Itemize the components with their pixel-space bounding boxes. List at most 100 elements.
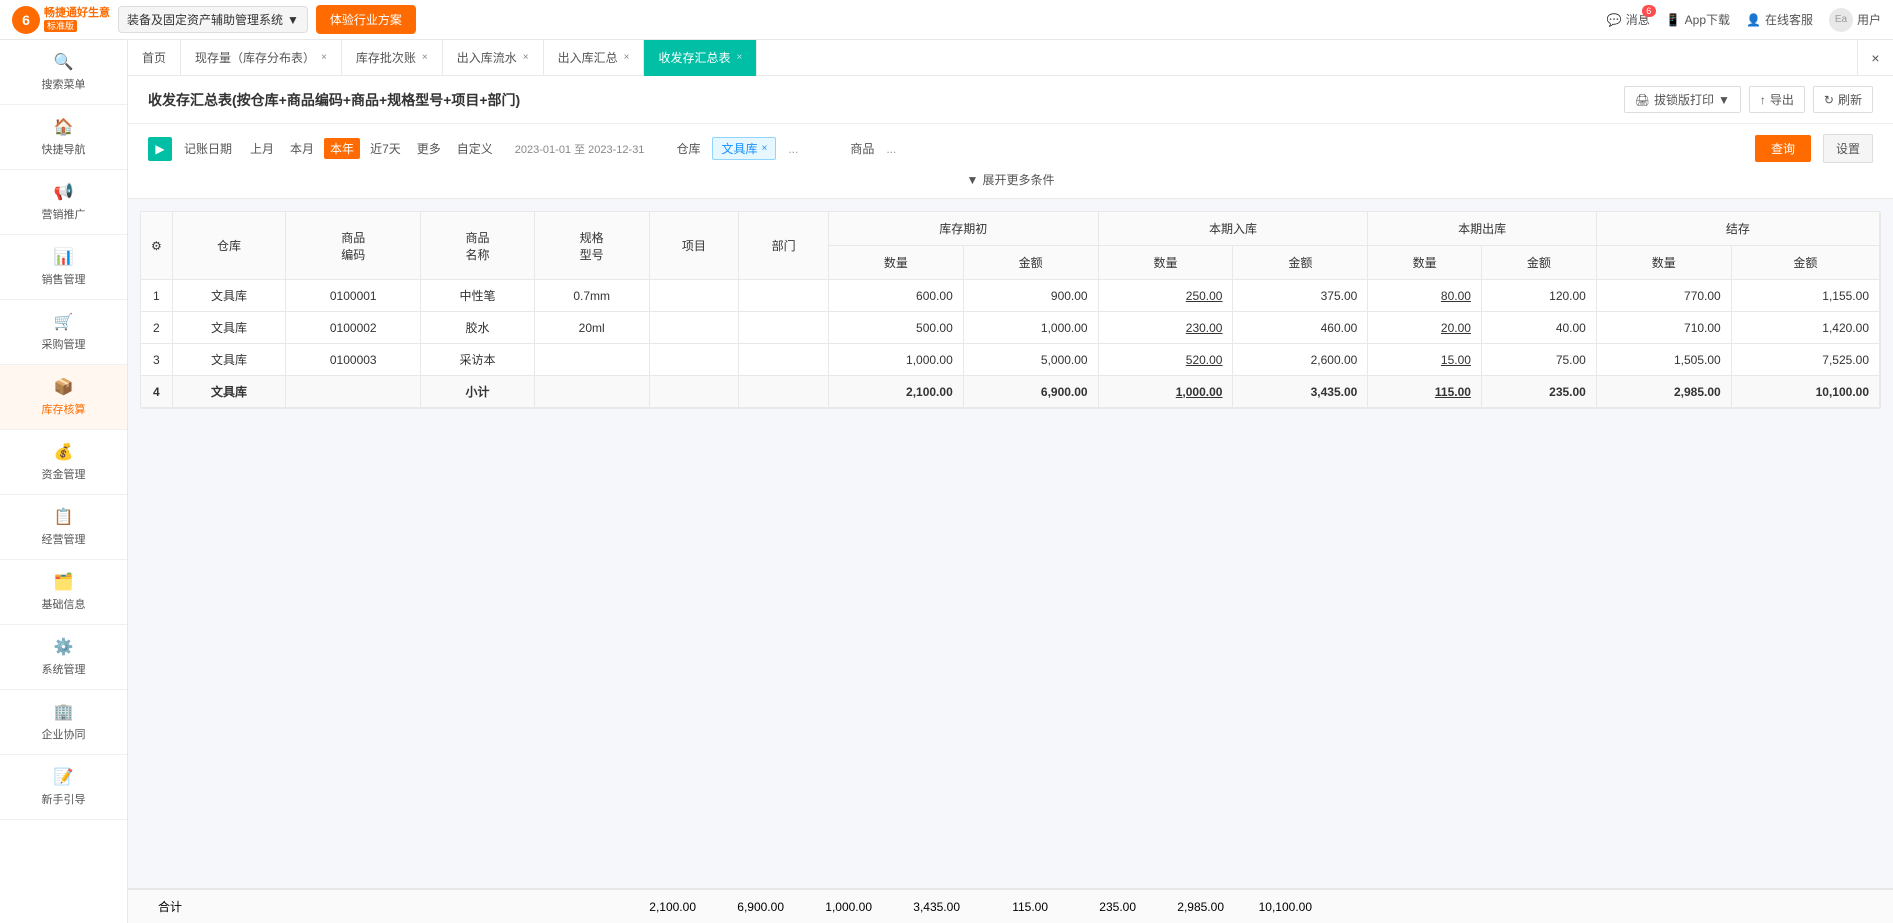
sidebar-item-label: 资金管理 xyxy=(42,466,86,482)
warehouse-tag-close[interactable]: × xyxy=(761,143,767,154)
filter-expand-button[interactable]: ▶ xyxy=(148,137,172,161)
date-btn-7days[interactable]: 近7天 xyxy=(364,138,407,159)
goods-more[interactable]: ... xyxy=(886,142,896,156)
in-qty-link[interactable]: 230.00 xyxy=(1186,321,1223,335)
cell-goods-spec xyxy=(534,376,649,408)
total-out-amt: 235.00 xyxy=(1058,900,1146,914)
cell-goods-spec: 0.7mm xyxy=(534,280,649,312)
sidebar-item-operation[interactable]: 📋 经营管理 xyxy=(0,495,127,560)
date-btn-last-month[interactable]: 上月 xyxy=(244,138,280,159)
cell-start-amt: 6,900.00 xyxy=(963,376,1098,408)
date-btn-more[interactable]: 更多 xyxy=(411,138,447,159)
warehouse-more[interactable]: ... xyxy=(788,142,798,156)
sidebar-item-enterprise[interactable]: 🏢 企业协同 xyxy=(0,690,127,755)
sidebar-item-basic-info[interactable]: 🗂️ 基础信息 xyxy=(0,560,127,625)
th-period-out: 本期出库 xyxy=(1368,212,1597,246)
date-options: 上月 本月 本年 近7天 更多 自定义 xyxy=(244,138,499,159)
top-bar-right: 💬 消息 6 📱 App下载 👤 在线客服 Ea 用户 xyxy=(1607,8,1881,32)
table-header-row-1: ⚙ 仓库 商品编码 商品名称 规格型号 项目 部门 库存期初 本期入库 本期出 xyxy=(141,212,1880,246)
total-bal-qty: 2,985.00 xyxy=(1146,900,1234,914)
sidebar-item-sales[interactable]: 📊 销售管理 xyxy=(0,235,127,300)
sidebar-item-marketing[interactable]: 📢 营销推广 xyxy=(0,170,127,235)
th-period-in: 本期入库 xyxy=(1098,212,1368,246)
cell-project xyxy=(649,312,739,344)
sidebar-item-search[interactable]: 🔍 搜索菜单 xyxy=(0,40,127,105)
tab-bar-close-button[interactable]: × xyxy=(1857,40,1893,76)
out-qty-link[interactable]: 115.00 xyxy=(1435,385,1471,399)
online-service-label: 在线客服 xyxy=(1765,11,1813,28)
expand-label: 展开更多条件 xyxy=(982,171,1054,188)
app-selector[interactable]: 装备及固定资产辅助管理系统 ▼ xyxy=(118,6,308,33)
marketing-icon: 📢 xyxy=(54,182,74,202)
sidebar-item-finance[interactable]: 💰 资金管理 xyxy=(0,430,127,495)
tab-batch-ledger[interactable]: 库存批次账 × xyxy=(342,40,443,76)
expand-more-conditions[interactable]: ▼ 展开更多条件 xyxy=(967,171,1055,188)
out-qty-link[interactable]: 20.00 xyxy=(1441,321,1471,335)
sidebar-item-inventory[interactable]: 📦 库存核算 xyxy=(0,365,127,430)
tab-receive-summary[interactable]: 收发存汇总表 × xyxy=(644,40,757,76)
app-name: 装备及固定资产辅助管理系统 xyxy=(127,11,283,28)
tab-close-icon[interactable]: × xyxy=(523,52,529,63)
cell-goods-name: 采访本 xyxy=(421,344,535,376)
tab-inventory-dist[interactable]: 现存量（库存分布表） × xyxy=(181,40,342,76)
th-period-start: 库存期初 xyxy=(828,212,1098,246)
date-btn-this-month[interactable]: 本月 xyxy=(284,138,320,159)
cell-bal-qty: 710.00 xyxy=(1596,312,1731,344)
cell-project xyxy=(649,376,739,408)
cell-bal-amt: 1,155.00 xyxy=(1731,280,1879,312)
date-btn-custom[interactable]: 自定义 xyxy=(451,138,499,159)
date-btn-this-year[interactable]: 本年 xyxy=(324,138,360,159)
experience-button[interactable]: 体验行业方案 xyxy=(316,5,416,34)
sidebar-item-purchase[interactable]: 🛒 采购管理 xyxy=(0,300,127,365)
totals-footer: 合计 2,100.00 6,900.00 1,000.00 3,435.00 1… xyxy=(128,888,1893,923)
online-service-item[interactable]: 👤 在线客服 xyxy=(1746,11,1813,28)
tab-inout-flow[interactable]: 出入库流水 × xyxy=(443,40,544,76)
query-button[interactable]: 查询 xyxy=(1755,135,1811,162)
date-range-display: 2023-01-01 至 2023-12-31 xyxy=(515,141,645,157)
tab-close-icon[interactable]: × xyxy=(422,52,428,63)
cell-warehouse: 文具库 xyxy=(172,344,286,376)
setting-button[interactable]: 设置 xyxy=(1823,134,1873,163)
tab-home[interactable]: 首页 xyxy=(128,40,181,76)
th-in-qty: 数量 xyxy=(1098,246,1233,280)
cell-bal-amt: 10,100.00 xyxy=(1731,376,1879,408)
in-qty-link[interactable]: 1,000.00 xyxy=(1176,385,1223,399)
logo-slogan: 畅捷通好生意 xyxy=(44,7,110,20)
refresh-button[interactable]: ↻ 刷新 xyxy=(1813,86,1873,113)
cell-department xyxy=(739,280,829,312)
newbie-icon: 📝 xyxy=(54,767,74,787)
filter-row-expand: ▼ 展开更多条件 xyxy=(148,171,1873,188)
cell-in-qty: 520.00 xyxy=(1098,344,1233,376)
sales-icon: 📊 xyxy=(54,247,74,267)
out-qty-link[interactable]: 80.00 xyxy=(1441,289,1471,303)
th-start-qty: 数量 xyxy=(828,246,963,280)
tab-close-icon[interactable]: × xyxy=(321,52,327,63)
print-button[interactable]: 🖨 拔锁版打印 ▼ xyxy=(1624,86,1741,113)
in-qty-link[interactable]: 520.00 xyxy=(1186,353,1223,367)
gear-icon[interactable]: ⚙ xyxy=(151,239,162,253)
tab-close-icon[interactable]: × xyxy=(736,52,742,63)
cell-index: 4 xyxy=(141,376,172,408)
cell-in-qty: 230.00 xyxy=(1098,312,1233,344)
in-qty-link[interactable]: 250.00 xyxy=(1186,289,1223,303)
out-qty-link[interactable]: 15.00 xyxy=(1441,353,1471,367)
app-download-item[interactable]: 📱 App下载 xyxy=(1666,11,1730,28)
phone-icon: 📱 xyxy=(1666,13,1681,27)
export-button[interactable]: ↑ 导出 xyxy=(1749,86,1805,113)
sidebar-item-quick-nav[interactable]: 🏠 快捷导航 xyxy=(0,105,127,170)
top-bar: 6 畅捷通好生意 标准版 装备及固定资产辅助管理系统 ▼ 体验行业方案 💬 消息… xyxy=(0,0,1893,40)
sidebar-item-label: 营销推广 xyxy=(42,206,86,222)
tab-inout-summary[interactable]: 出入库汇总 × xyxy=(544,40,645,76)
cell-goods-name: 胶水 xyxy=(421,312,535,344)
cell-in-qty: 250.00 xyxy=(1098,280,1233,312)
logo-number: 6 xyxy=(22,12,30,28)
sidebar-item-system[interactable]: ⚙️ 系统管理 xyxy=(0,625,127,690)
cell-warehouse: 文具库 xyxy=(172,280,286,312)
user-item[interactable]: Ea 用户 xyxy=(1829,8,1881,32)
expand-icon: ▼ xyxy=(967,173,979,187)
sidebar-item-newbie[interactable]: 📝 新手引导 xyxy=(0,755,127,820)
tab-close-icon[interactable]: × xyxy=(624,52,630,63)
refresh-label: 刷新 xyxy=(1838,91,1862,108)
cell-index: 1 xyxy=(141,280,172,312)
messages-item[interactable]: 💬 消息 6 xyxy=(1607,11,1650,28)
